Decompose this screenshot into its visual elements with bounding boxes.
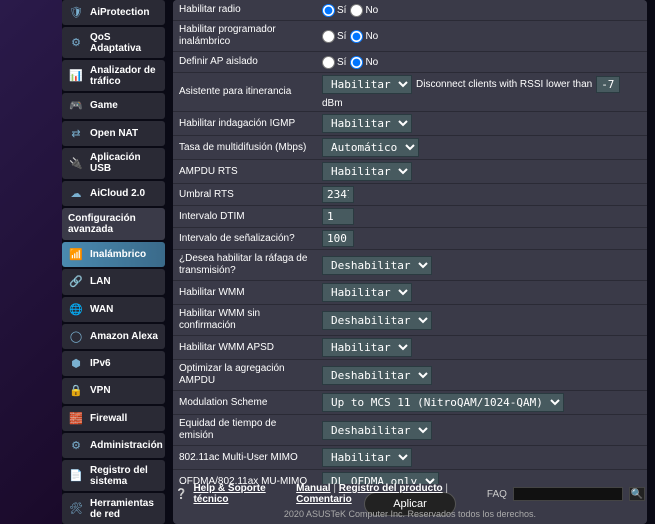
sidebar-item-wireless[interactable]: 📶Inalámbrico	[62, 242, 165, 267]
label-wmmapsd: Habilitar WMM APSD	[173, 339, 318, 357]
select-ampduopt[interactable]: Deshabilitar	[322, 366, 432, 385]
sidebar-item-aiprotection[interactable]: 🛡AiProtection	[62, 0, 165, 25]
label-dtim: Intervalo DTIM	[173, 208, 318, 226]
sidebar-item-traffic[interactable]: 📊Analizador de tráfico	[62, 60, 165, 91]
input-rts[interactable]	[322, 186, 354, 203]
select-multicast[interactable]: Automático	[322, 138, 419, 157]
label-airtime: Equidad de tiempo de emisión	[173, 415, 318, 445]
lan-icon: 🔗	[68, 274, 84, 290]
shield-icon: 🛡	[68, 5, 84, 21]
sidebar-item-usb[interactable]: 🔌Aplicación USB	[62, 148, 165, 179]
input-rssi[interactable]	[596, 76, 620, 93]
select-roaming[interactable]: Habilitar	[322, 75, 412, 94]
radio-no[interactable]: No	[350, 56, 378, 69]
label-beacon: Intervalo de señalización?	[173, 230, 318, 248]
ipv6-icon: ⬢	[68, 356, 84, 372]
radio-si[interactable]: Sí	[322, 30, 346, 43]
sidebar-item-ipv6[interactable]: ⬢IPv6	[62, 351, 165, 376]
label-scheduler: Habilitar programador inalámbrico	[173, 21, 318, 51]
select-wmm[interactable]: Habilitar	[322, 283, 412, 302]
radio-no[interactable]: No	[350, 30, 378, 43]
sidebar-item-opennat[interactable]: ⇄Open NAT	[62, 121, 165, 146]
sidebar-item-game[interactable]: 🎮Game	[62, 93, 165, 118]
gauge-icon: ⚙	[68, 35, 84, 51]
label-igmp: Habilitar indagación IGMP	[173, 115, 318, 133]
select-airtime[interactable]: Deshabilitar	[322, 421, 432, 440]
cloud-icon: ☁	[68, 185, 84, 201]
wifi-icon: 📶	[68, 247, 84, 263]
search-icon: 🔍	[631, 489, 643, 500]
input-dtim[interactable]	[322, 208, 354, 225]
label-radio: Habilitar radio	[173, 1, 318, 19]
chart-icon: 📊	[68, 68, 84, 84]
label-wmmnoack: Habilitar WMM sin confirmación	[173, 305, 318, 335]
select-igmp[interactable]: Habilitar	[322, 114, 412, 133]
faq-search-input[interactable]	[513, 487, 623, 501]
rssi-unit: dBm	[322, 98, 343, 109]
sidebar-item-wan[interactable]: 🌐WAN	[62, 297, 165, 322]
sidebar-item-vpn[interactable]: 🔒VPN	[62, 378, 165, 403]
select-wmmnoack[interactable]: Deshabilitar	[322, 311, 432, 330]
link-feedback[interactable]: Comentario	[296, 494, 352, 505]
vpn-icon: 🔒	[68, 383, 84, 399]
label-mumimo: 802.11ac Multi-User MIMO	[173, 449, 318, 467]
sidebar-item-firewall[interactable]: 🧱Firewall	[62, 406, 165, 431]
select-mumimo[interactable]: Habilitar	[322, 448, 412, 467]
nat-icon: ⇄	[68, 125, 84, 141]
input-beacon[interactable]	[322, 230, 354, 247]
globe-icon: 🌐	[68, 301, 84, 317]
help-icon: ❔	[175, 489, 187, 500]
radio-si[interactable]: Sí	[322, 4, 346, 17]
gamepad-icon: 🎮	[68, 98, 84, 114]
section-header-advanced: Configuración avanzada	[62, 208, 165, 240]
label-txburst: ¿Desea habilitar la ráfaga de transmisió…	[173, 250, 318, 280]
label-roaming: Asistente para itinerancia	[173, 83, 318, 101]
rssi-text: Disconnect clients with RSSI lower than	[416, 79, 592, 90]
label-multicast: Tasa de multidifusión (Mbps)	[173, 139, 318, 157]
link-register[interactable]: Registro del producto	[339, 483, 443, 494]
sidebar-item-aicloud[interactable]: ☁AiCloud 2.0	[62, 181, 165, 206]
search-button[interactable]: 🔍	[629, 487, 645, 501]
select-txburst[interactable]: Deshabilitar	[322, 256, 432, 275]
label-rts: Umbral RTS	[173, 186, 318, 204]
sidebar-item-alexa[interactable]: ◯Amazon Alexa	[62, 324, 165, 349]
admin-icon: ⚙	[68, 438, 84, 454]
label-ampduopt: Optimizar la agregación AMPDU	[173, 360, 318, 390]
copyright: 2020 ASUSTeK Computer Inc. Reservados to…	[175, 509, 645, 519]
alexa-icon: ◯	[68, 328, 84, 344]
label-modscheme: Modulation Scheme	[173, 394, 318, 412]
sidebar-item-qos[interactable]: ⚙QoS Adaptativa	[62, 27, 165, 58]
select-wmmapsd[interactable]: Habilitar	[322, 338, 412, 357]
label-apisolate: Definir AP aislado	[173, 53, 318, 71]
link-manual[interactable]: Manual	[296, 483, 330, 494]
select-modscheme[interactable]: Up to MCS 11 (NitroQAM/1024-QAM)	[322, 393, 564, 412]
radio-si[interactable]: Sí	[322, 56, 346, 69]
radio-no[interactable]: No	[350, 4, 378, 17]
select-ampdurts[interactable]: Habilitar	[322, 162, 412, 181]
help-link[interactable]: Help & Soporte técnico	[193, 483, 290, 505]
sidebar-item-lan[interactable]: 🔗LAN	[62, 269, 165, 294]
firewall-icon: 🧱	[68, 410, 84, 426]
sidebar-item-admin[interactable]: ⚙Administración	[62, 433, 165, 458]
label-wmm: Habilitar WMM	[173, 284, 318, 302]
label-ampdurts: AMPDU RTS	[173, 163, 318, 181]
usb-icon: 🔌	[68, 155, 84, 171]
faq-label: FAQ	[487, 489, 507, 500]
